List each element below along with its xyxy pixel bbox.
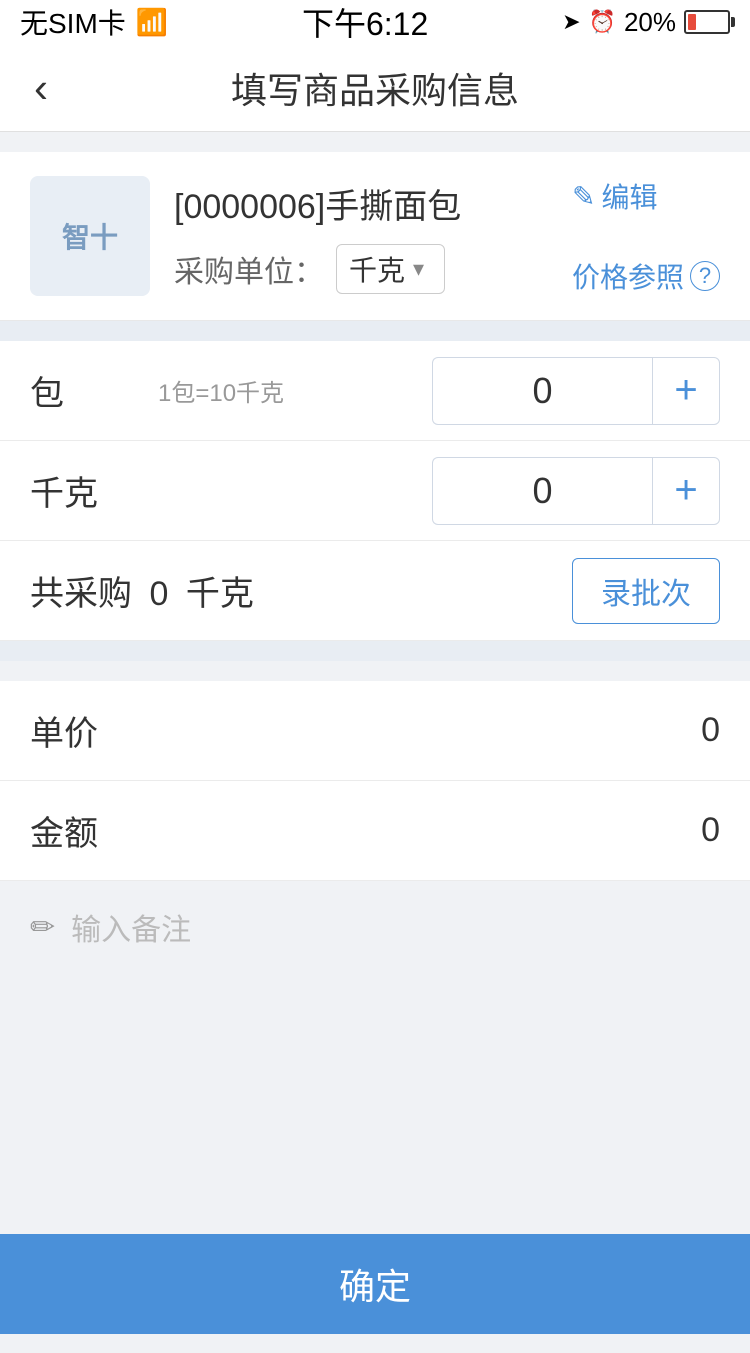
confirm-bar[interactable]: 确定 bbox=[0, 1234, 750, 1334]
wifi-icon: 📶 bbox=[136, 7, 168, 38]
back-button[interactable]: ‹ bbox=[24, 54, 58, 122]
page-title: 填写商品采购信息 bbox=[231, 62, 519, 114]
unit-price-label: 单价 bbox=[30, 706, 701, 755]
unit-value: 千克 bbox=[349, 249, 405, 289]
status-bar: 无SIM卡 📶 下午6:12 ➤ ⏰ 20% bbox=[0, 0, 750, 44]
amount-value: 0 bbox=[701, 811, 720, 850]
amount-label: 金额 bbox=[30, 806, 701, 855]
price-ref-button[interactable]: 价格参照 ? bbox=[572, 256, 720, 296]
total-amount: 0 bbox=[149, 575, 168, 613]
edit-label: 编辑 bbox=[601, 176, 657, 216]
alarm-icon: ⏰ bbox=[589, 9, 616, 35]
unit-prefix-label: 采购单位： bbox=[174, 247, 324, 291]
product-unit-row: 采购单位： 千克 ▾ bbox=[174, 244, 548, 294]
product-card: 智十 [0000006]手撕面包 采购单位： 千克 ▾ ✎ 编辑 价格参照 ? bbox=[0, 152, 750, 321]
price-ref-label: 价格参照 bbox=[572, 256, 684, 296]
bag-input-wrap: 0 + bbox=[432, 357, 720, 425]
bag-value: 0 bbox=[532, 370, 552, 412]
bag-sublabel: 1包=10千克 bbox=[158, 373, 432, 408]
product-right: ✎ 编辑 价格参照 ? bbox=[572, 176, 720, 296]
battery-percent: 20% bbox=[624, 7, 676, 38]
total-row: 共采购 0 千克 录批次 bbox=[0, 541, 750, 641]
product-info: [0000006]手撕面包 采购单位： 千克 ▾ bbox=[174, 179, 548, 294]
battery-icon bbox=[684, 10, 730, 34]
nav-bar: ‹ 填写商品采购信息 bbox=[0, 44, 750, 132]
price-section: 单价 0 金额 0 bbox=[0, 681, 750, 881]
status-bar-right: ➤ ⏰ 20% bbox=[562, 7, 730, 38]
kg-value: 0 bbox=[532, 470, 552, 512]
bag-input-row: 包 1包=10千克 0 + bbox=[0, 341, 750, 441]
notes-icon: ✏ bbox=[30, 910, 55, 945]
bag-plus-button[interactable]: + bbox=[652, 357, 720, 425]
batch-button[interactable]: 录批次 bbox=[572, 558, 720, 624]
kg-plus-button[interactable]: + bbox=[652, 457, 720, 525]
quantity-input-section: 包 1包=10千克 0 + 千克 0 + bbox=[0, 341, 750, 541]
carrier-label: 无SIM卡 bbox=[20, 2, 126, 42]
location-icon: ➤ bbox=[562, 9, 580, 35]
kg-label: 千克 bbox=[30, 466, 150, 515]
unit-price-row: 单价 0 bbox=[0, 681, 750, 781]
status-bar-left: 无SIM卡 📶 bbox=[20, 2, 168, 42]
bag-label: 包 bbox=[30, 366, 150, 415]
unit-dropdown-arrow-icon: ▾ bbox=[413, 256, 424, 282]
edit-icon: ✎ bbox=[572, 180, 595, 213]
product-image: 智十 bbox=[30, 176, 150, 296]
total-prefix: 共采购 bbox=[30, 575, 132, 613]
notes-placeholder: 输入备注 bbox=[71, 905, 191, 949]
confirm-button[interactable]: 确定 bbox=[339, 1258, 411, 1310]
amount-row: 金额 0 bbox=[0, 781, 750, 881]
unit-price-value: 0 bbox=[701, 711, 720, 750]
kg-input-row: 千克 0 + bbox=[0, 441, 750, 541]
product-logo: 智十 bbox=[62, 216, 118, 256]
kg-input[interactable]: 0 bbox=[432, 457, 652, 525]
section-divider-2 bbox=[0, 641, 750, 661]
edit-button[interactable]: ✎ 编辑 bbox=[572, 176, 657, 216]
price-ref-icon: ? bbox=[690, 261, 720, 291]
product-name: [0000006]手撕面包 bbox=[174, 179, 548, 228]
total-label: 共采购 0 千克 bbox=[30, 566, 572, 615]
bag-input[interactable]: 0 bbox=[432, 357, 652, 425]
unit-select[interactable]: 千克 ▾ bbox=[336, 244, 445, 294]
status-bar-time: 下午6:12 bbox=[302, 0, 428, 45]
notes-section[interactable]: ✏ 输入备注 bbox=[0, 881, 750, 973]
kg-input-wrap: 0 + bbox=[432, 457, 720, 525]
total-unit: 千克 bbox=[186, 575, 254, 613]
section-divider-1 bbox=[0, 321, 750, 341]
